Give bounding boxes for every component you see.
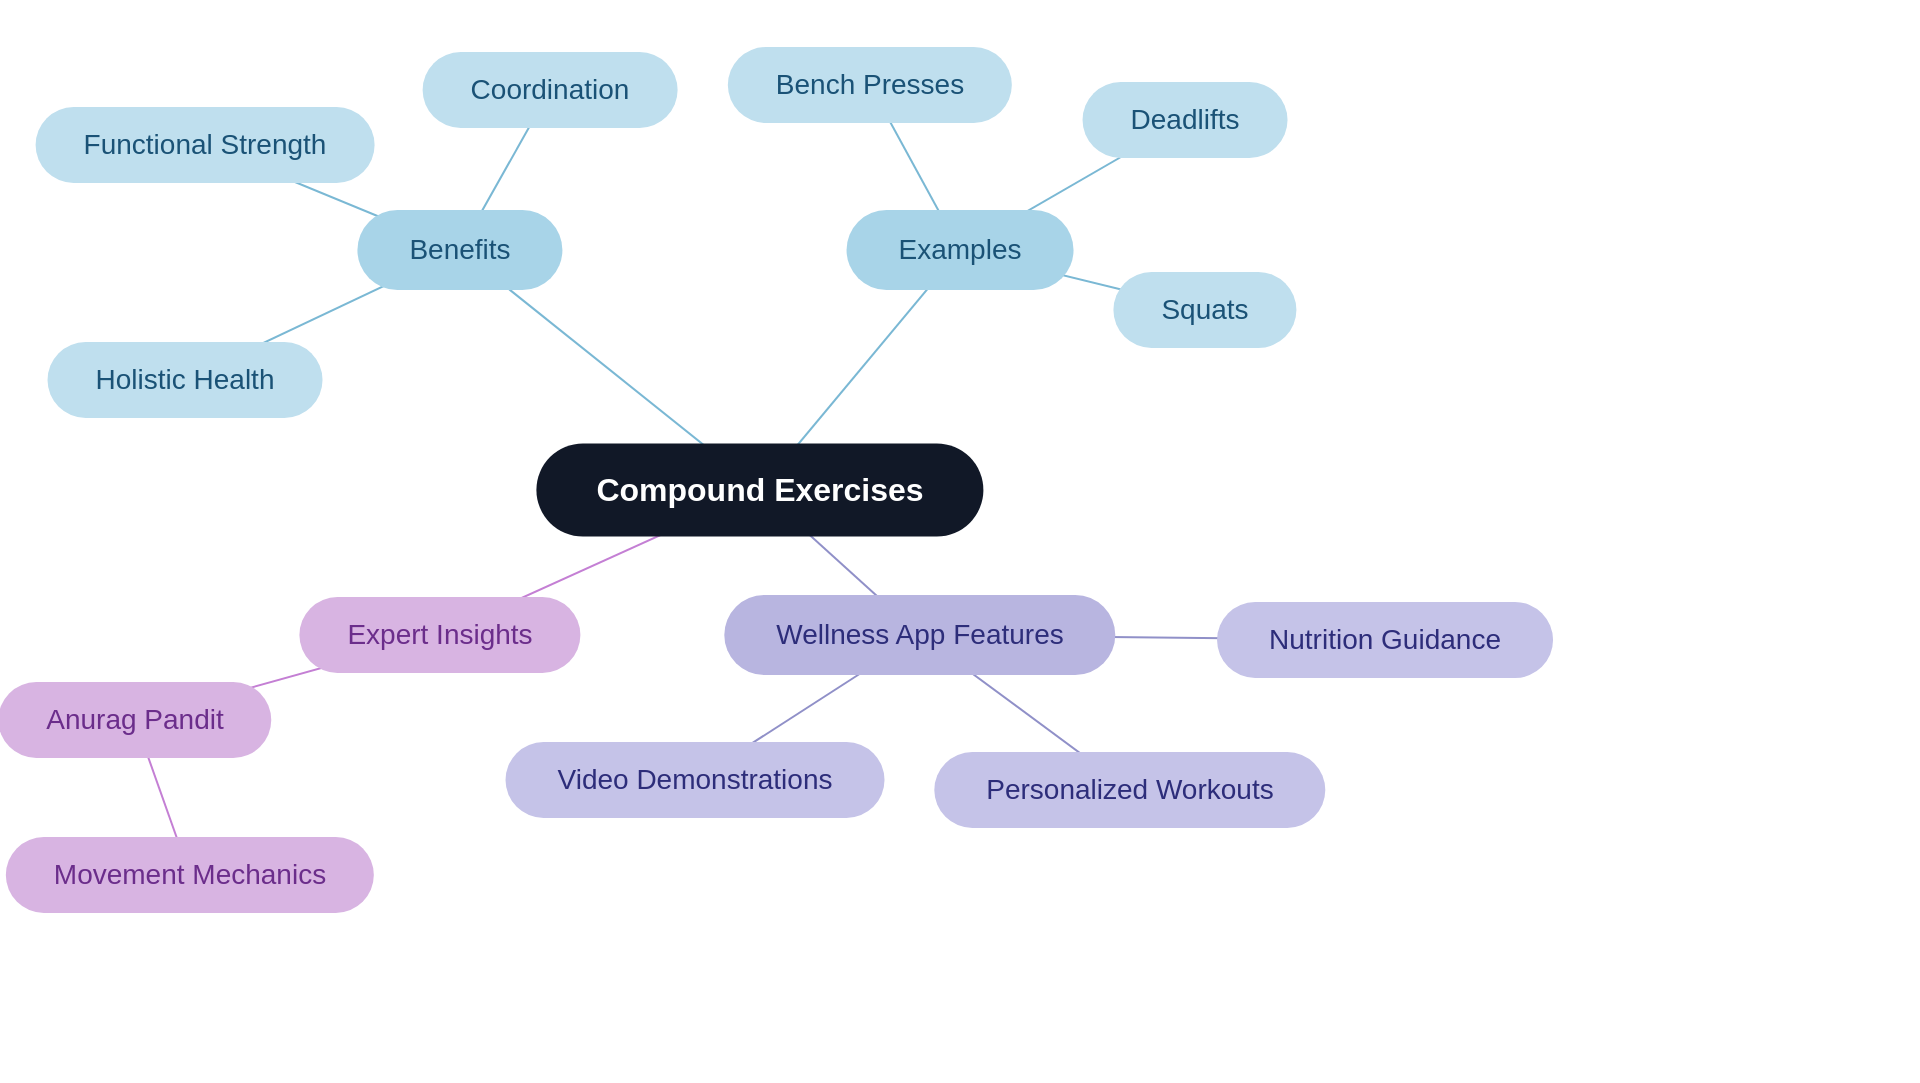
node-video-demos[interactable]: Video Demonstrations	[506, 742, 885, 818]
node-squats[interactable]: Squats	[1113, 272, 1296, 348]
node-examples[interactable]: Examples	[847, 210, 1074, 290]
node-coordination[interactable]: Coordination	[423, 52, 678, 128]
node-benefits[interactable]: Benefits	[357, 210, 562, 290]
node-holistic-health[interactable]: Holistic Health	[48, 342, 323, 418]
node-movement-mechanics[interactable]: Movement Mechanics	[6, 837, 374, 913]
mind-map: Compound Exercises Benefits Functional St…	[0, 0, 1920, 1083]
node-center[interactable]: Compound Exercises	[536, 444, 983, 537]
node-expert-insights[interactable]: Expert Insights	[299, 597, 580, 673]
node-bench-presses[interactable]: Bench Presses	[728, 47, 1012, 123]
node-functional-strength[interactable]: Functional Strength	[36, 107, 375, 183]
node-wellness-app[interactable]: Wellness App Features	[724, 595, 1115, 675]
node-anurag-pandit[interactable]: Anurag Pandit	[0, 682, 272, 758]
node-nutrition[interactable]: Nutrition Guidance	[1217, 602, 1553, 678]
node-deadlifts[interactable]: Deadlifts	[1083, 82, 1288, 158]
node-personalized[interactable]: Personalized Workouts	[934, 752, 1325, 828]
